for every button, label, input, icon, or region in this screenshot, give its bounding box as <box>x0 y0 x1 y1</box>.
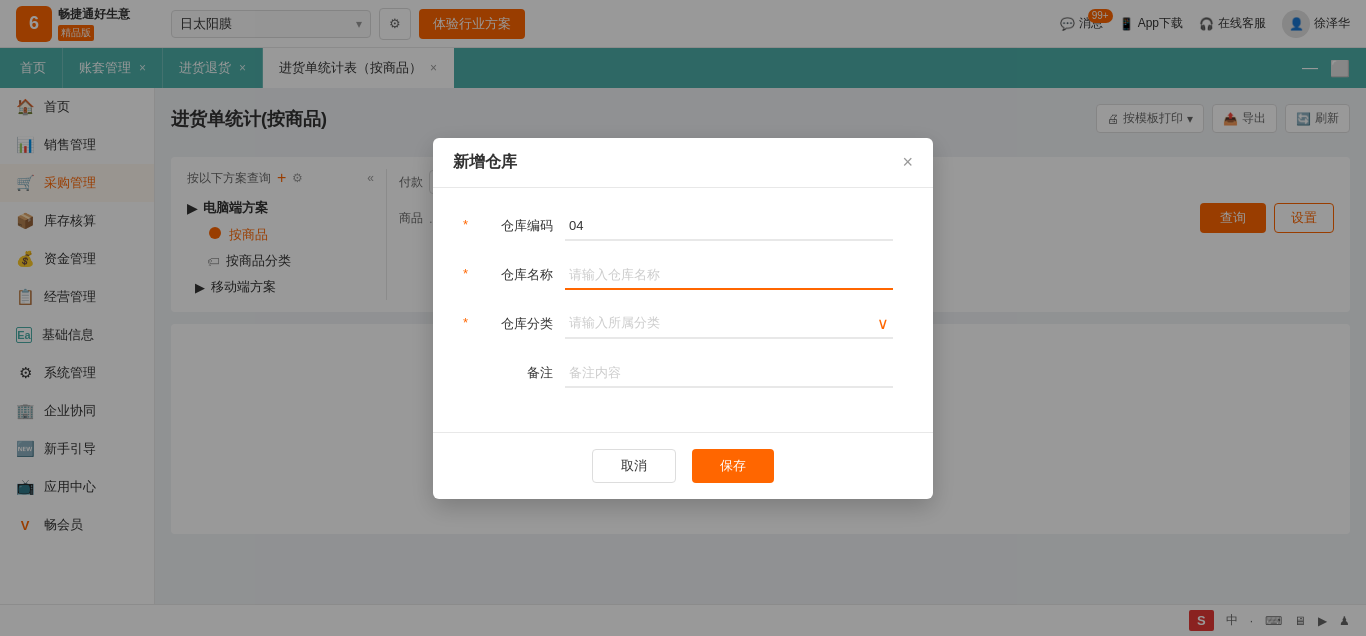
modal-title: 新增仓库 <box>453 152 517 173</box>
modal-close-button[interactable]: × <box>902 153 913 171</box>
modal-footer: 取消 保存 <box>433 432 933 499</box>
warehouse-notes-input[interactable] <box>565 359 893 388</box>
warehouse-category-select[interactable]: 请输入所属分类 ∨ <box>565 310 893 339</box>
warehouse-notes-label: 备注 <box>473 364 553 382</box>
modal-header: 新增仓库 × <box>433 138 933 188</box>
warehouse-name-label: 仓库名称 <box>473 266 553 284</box>
add-warehouse-modal: 新增仓库 × 仓库编码 仓库名称 仓库分类 请输入所属分类 ∨ <box>433 138 933 499</box>
warehouse-notes-row: 备注 <box>473 359 893 388</box>
warehouse-code-label: 仓库编码 <box>473 217 553 235</box>
warehouse-name-row: 仓库名称 <box>473 261 893 290</box>
warehouse-category-row: 仓库分类 请输入所属分类 ∨ <box>473 310 893 339</box>
warehouse-name-input[interactable] <box>565 261 893 290</box>
warehouse-code-input[interactable] <box>565 212 893 241</box>
warehouse-category-placeholder: 请输入所属分类 <box>569 314 877 332</box>
modal-body: 仓库编码 仓库名称 仓库分类 请输入所属分类 ∨ 备注 <box>433 188 933 432</box>
cancel-button[interactable]: 取消 <box>592 449 676 483</box>
warehouse-code-row: 仓库编码 <box>473 212 893 241</box>
warehouse-category-label: 仓库分类 <box>473 315 553 333</box>
modal-backdrop: 新增仓库 × 仓库编码 仓库名称 仓库分类 请输入所属分类 ∨ <box>0 0 1366 636</box>
category-dropdown-arrow: ∨ <box>877 314 889 333</box>
save-button[interactable]: 保存 <box>692 449 774 483</box>
